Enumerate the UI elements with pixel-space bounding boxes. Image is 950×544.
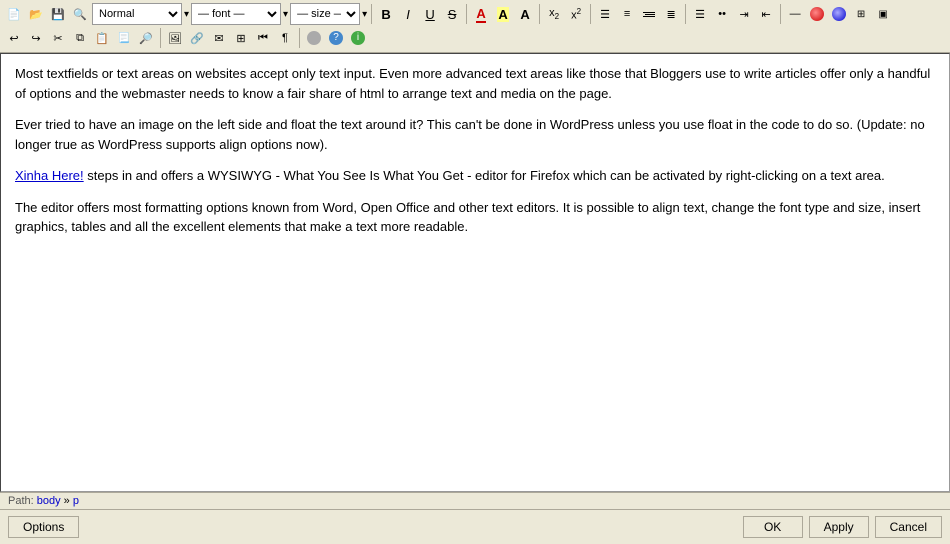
size-select[interactable]: — size — <box>290 3 360 25</box>
xinha-link[interactable]: Xinha Here! <box>15 168 84 183</box>
statusbar: Path: body » p <box>0 492 950 509</box>
strikethrough-button[interactable]: S <box>442 3 462 25</box>
about-button[interactable]: i <box>348 27 368 49</box>
style-select[interactable]: Normal <box>92 3 182 25</box>
align-center-button[interactable]: ≡ <box>617 3 637 25</box>
separator-1 <box>371 4 372 24</box>
magnify-button[interactable]: 🔍 <box>70 3 90 25</box>
paste-plain-button[interactable]: 📃 <box>114 27 134 49</box>
paragraph-4: The editor offers most formatting option… <box>15 198 935 237</box>
toolbar-row-1: 📄 📂 💾 🔍 Normal ▾ — font — ▾ — size — ▾ B… <box>4 3 946 25</box>
paragraph-1: Most textfields or text areas on website… <box>15 64 935 103</box>
open-button[interactable]: 📂 <box>26 3 46 25</box>
style-dropdown-arrow: ▾ <box>184 9 189 20</box>
table-button[interactable]: ⊞ <box>851 3 871 25</box>
path-p[interactable]: p <box>73 495 79 507</box>
link-button[interactable]: 🔗 <box>187 27 207 49</box>
path-separator: » <box>64 495 70 507</box>
toggle-html-button[interactable] <box>304 27 324 49</box>
unordered-list-button[interactable]: •• <box>712 3 732 25</box>
find-button[interactable]: 🔎 <box>136 27 156 49</box>
table2-button[interactable]: ⊞ <box>231 27 251 49</box>
separator-6 <box>780 4 781 24</box>
bold-button[interactable]: B <box>376 3 396 25</box>
help-button[interactable]: ? <box>326 27 346 49</box>
about-icon: i <box>351 31 365 45</box>
paragraph-2: Ever tried to have an image on the left … <box>15 115 935 154</box>
font-dropdown-arrow: ▾ <box>283 9 288 20</box>
paragraph-3: Xinha Here! steps in and offers a WYSIWY… <box>15 166 935 186</box>
ordered-list-button[interactable]: ☰ <box>690 3 710 25</box>
blue-circle-icon <box>832 7 846 21</box>
toolbar-area: 📄 📂 💾 🔍 Normal ▾ — font — ▾ — size — ▾ B… <box>0 0 950 53</box>
frame-button[interactable]: ▣ <box>873 3 893 25</box>
separator-2 <box>466 4 467 24</box>
separator-3 <box>539 4 540 24</box>
separator-8 <box>299 28 300 48</box>
apply-button[interactable]: Apply <box>809 516 869 538</box>
new-button[interactable]: 📄 <box>4 3 24 25</box>
toolbar-row-2: ↩ ↪ ✂ ⧉ 📋 📃 🔎 🖼 🔗 ✉ ⊞ ⏮ ¶ ? i <box>4 27 946 49</box>
hr-button[interactable]: — <box>785 3 805 25</box>
italic-button[interactable]: I <box>398 3 418 25</box>
bottom-bar: Options OK Apply Cancel <box>0 509 950 544</box>
copy-button[interactable]: ⧉ <box>70 27 90 49</box>
superscript-button[interactable]: x2 <box>566 3 586 25</box>
undo-button[interactable]: ↩ <box>4 27 24 49</box>
special-btn2[interactable] <box>829 3 849 25</box>
size-dropdown-arrow: ▾ <box>362 9 367 20</box>
font-select[interactable]: — font — <box>191 3 281 25</box>
outdent-button[interactable]: ⇤ <box>756 3 776 25</box>
underline-button[interactable]: U <box>420 3 440 25</box>
paste-button[interactable]: 📋 <box>92 27 112 49</box>
highlight-color-button[interactable]: A <box>493 3 513 25</box>
prev-button[interactable]: ⏮ <box>253 27 273 49</box>
toggle-icon <box>307 31 321 45</box>
separator-5 <box>685 4 686 24</box>
editor-content-area[interactable]: Most textfields or text areas on website… <box>0 53 950 492</box>
align-left-button[interactable]: ☰ <box>595 3 615 25</box>
path-label: Path: <box>8 495 34 507</box>
ok-button[interactable]: OK <box>743 516 803 538</box>
options-button[interactable]: Options <box>8 516 79 538</box>
separator-4 <box>590 4 591 24</box>
bottom-right-buttons: OK Apply Cancel <box>743 516 942 538</box>
red-circle-icon <box>810 7 824 21</box>
redo-button[interactable]: ↪ <box>26 27 46 49</box>
align-right-button[interactable] <box>639 3 659 25</box>
cancel-button[interactable]: Cancel <box>875 516 942 538</box>
separator-7 <box>160 28 161 48</box>
subscript-button[interactable]: x2 <box>544 3 564 25</box>
special-btn1[interactable] <box>807 3 827 25</box>
paragraph-3-suffix: steps in and offers a WYSIWYG - What You… <box>84 168 885 183</box>
font-color-button[interactable]: A <box>471 3 491 25</box>
text-color-button2[interactable]: A <box>515 3 535 25</box>
justify-button[interactable]: ≣ <box>661 3 681 25</box>
image-button[interactable]: 🖼 <box>165 27 185 49</box>
email-button[interactable]: ✉ <box>209 27 229 49</box>
help-icon: ? <box>329 31 343 45</box>
pilcrow-button[interactable]: ¶ <box>275 27 295 49</box>
indent-button[interactable]: ⇥ <box>734 3 754 25</box>
path-body[interactable]: body <box>37 495 61 507</box>
cut-button[interactable]: ✂ <box>48 27 68 49</box>
save-button[interactable]: 💾 <box>48 3 68 25</box>
